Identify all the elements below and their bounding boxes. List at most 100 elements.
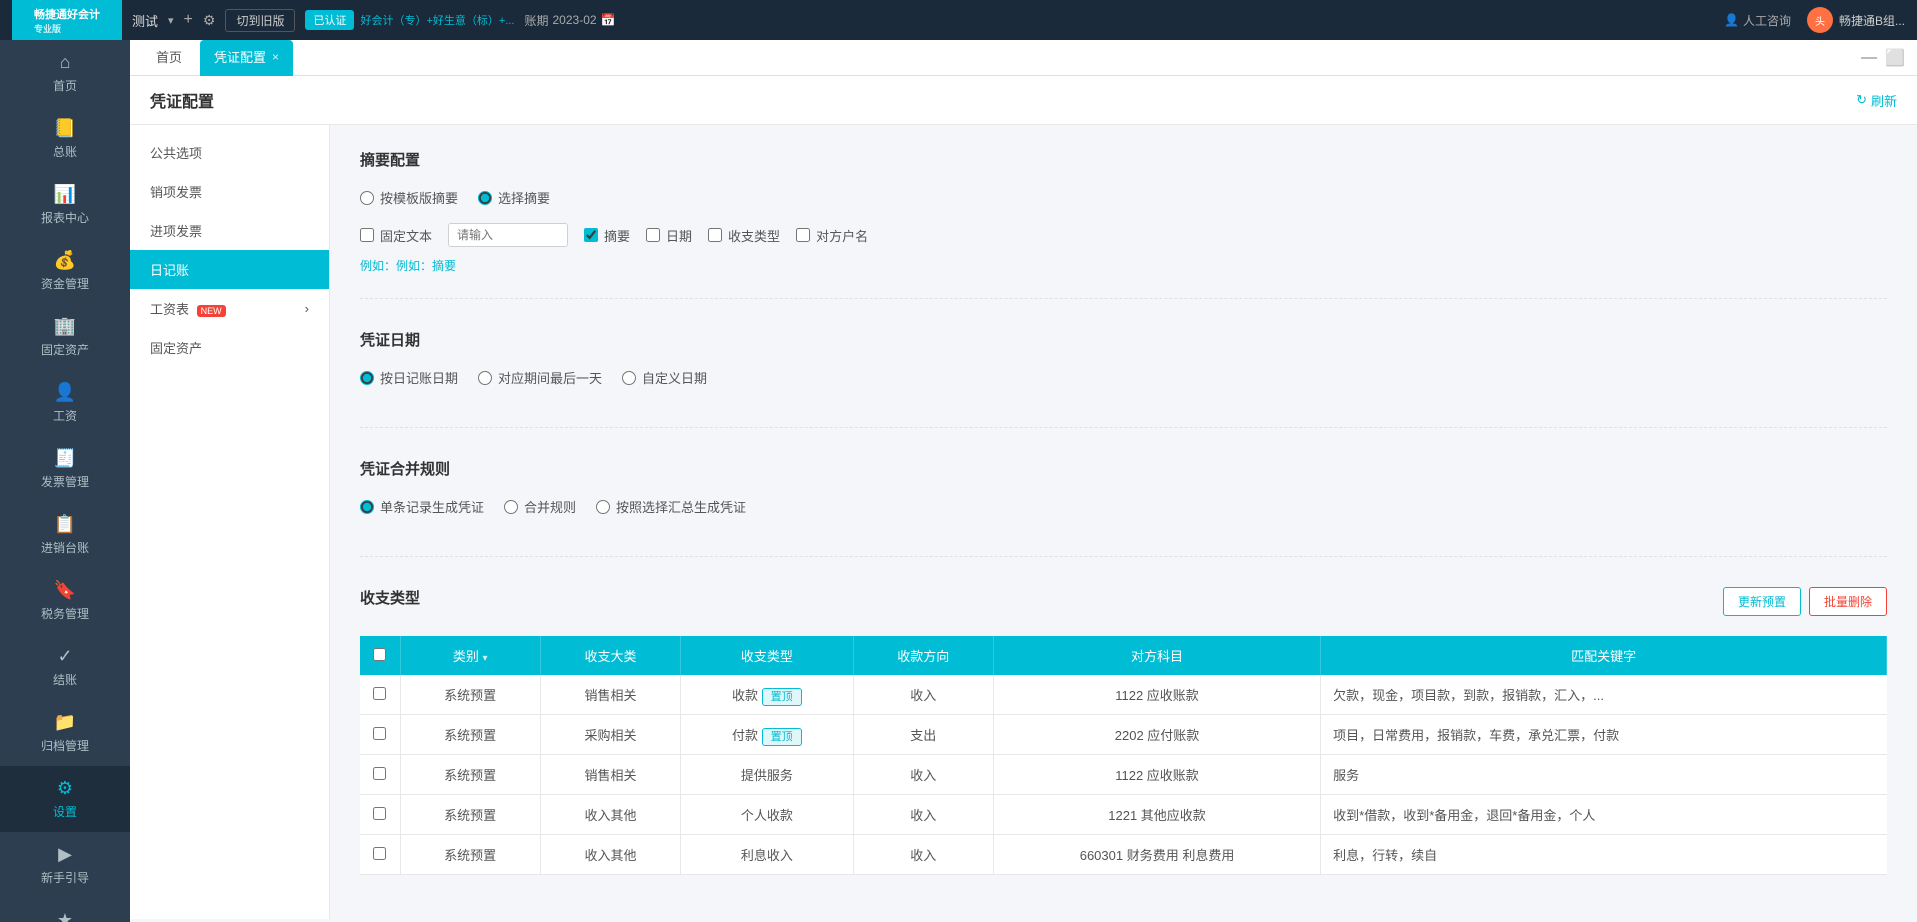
left-nav-item-sales-invoice[interactable]: 销项发票 xyxy=(130,172,329,211)
radio-period-last-label[interactable]: 对应期间最后一天 xyxy=(478,368,602,387)
summary-radio-group: 按模板版摘要 选择摘要 xyxy=(360,188,1887,207)
row-category: 系统预置 xyxy=(400,755,540,795)
update-preset-button[interactable]: 更新预置 xyxy=(1723,587,1801,616)
tab-voucher-config[interactable]: 凭证配置 × xyxy=(200,40,293,76)
left-nav-item-fixed-assets-nav[interactable]: 固定资产 xyxy=(130,328,329,367)
sidebar-item-label: 首页 xyxy=(53,77,77,94)
radio-select-label[interactable]: 选择摘要 xyxy=(478,188,550,207)
batch-delete-button[interactable]: 批量删除 xyxy=(1809,587,1887,616)
radio-by-select[interactable] xyxy=(596,500,610,514)
company-dropdown-icon[interactable]: ▾ xyxy=(168,14,174,27)
checkbox-fixed-text-label[interactable]: 固定文本 xyxy=(360,226,432,245)
checkbox-date[interactable] xyxy=(646,228,660,242)
checkbox-counterpart[interactable] xyxy=(796,228,810,242)
sidebar-item-funds[interactable]: 💰 资金管理 xyxy=(0,238,130,304)
left-nav-item-purchase-invoice[interactable]: 进项发票 xyxy=(130,211,329,250)
checkbox-summary-label[interactable]: 摘要 xyxy=(584,226,630,245)
radio-select-summary[interactable] xyxy=(478,191,492,205)
sidebar-item-settings[interactable]: ⚙ 设置 xyxy=(0,766,130,832)
voucher-date-section: 凭证日期 按日记账日期 对应期间最后一天 xyxy=(360,329,1887,428)
radio-template-label[interactable]: 按模板版摘要 xyxy=(360,188,458,207)
radio-period-last[interactable] xyxy=(478,371,492,385)
sidebar-item-label: 总账 xyxy=(53,143,77,160)
row-checkbox[interactable] xyxy=(373,807,386,820)
fixed-text-input[interactable] xyxy=(448,223,568,247)
checkbox-summary[interactable] xyxy=(584,228,598,242)
company-name[interactable]: 测试 xyxy=(132,11,158,30)
user-info[interactable]: 头 畅捷通B组... xyxy=(1807,7,1905,33)
checkbox-income-type[interactable] xyxy=(708,228,722,242)
sidebar-item-invoice-mgmt[interactable]: 🧾 发票管理 xyxy=(0,436,130,502)
radio-custom-date[interactable] xyxy=(622,371,636,385)
app-logo: 畅捷通好会计 专业版 xyxy=(12,0,122,40)
row-keywords: 欠款，现金，项目款，到款，报销款，汇入，... xyxy=(1321,675,1887,715)
table-row: 系统预置 销售相关 收款 置顶 收入 1122 应收账款 欠款，现金，项目款，到… xyxy=(360,675,1887,715)
radio-single[interactable] xyxy=(360,500,374,514)
merge-rules-radio-group: 单条记录生成凭证 合并规则 按照选择汇总生成凭证 xyxy=(360,497,1887,516)
member-icon: ★ xyxy=(57,910,73,922)
checkbox-date-label[interactable]: 日期 xyxy=(646,226,692,245)
th-checkbox[interactable] xyxy=(360,636,400,675)
radio-custom-date-label[interactable]: 自定义日期 xyxy=(622,368,707,387)
row-checkbox[interactable] xyxy=(373,847,386,860)
row-checkbox[interactable] xyxy=(373,767,386,780)
reports-icon: 📊 xyxy=(54,184,76,205)
row-checkbox[interactable] xyxy=(373,687,386,700)
row-checkbox-cell[interactable] xyxy=(360,675,400,715)
radio-template[interactable] xyxy=(360,191,374,205)
tag-reset[interactable]: 置顶 xyxy=(762,728,802,746)
switch-version-button[interactable]: 切到旧版 xyxy=(225,9,295,32)
settings-icon[interactable]: ⚙ xyxy=(203,12,216,29)
select-all-checkbox[interactable] xyxy=(373,648,386,661)
sidebar-item-label: 工资 xyxy=(53,407,77,424)
sidebar-item-tax[interactable]: 🔖 税务管理 xyxy=(0,568,130,634)
maximize-button[interactable]: ⬜ xyxy=(1885,48,1905,68)
calendar-icon[interactable]: 📅 xyxy=(601,13,616,27)
th-direction: 收款方向 xyxy=(853,636,993,675)
page-header: 凭证配置 ↻ 刷新 xyxy=(130,76,1917,125)
checkbox-income-type-label[interactable]: 收支类型 xyxy=(708,226,780,245)
row-checkbox-cell[interactable] xyxy=(360,755,400,795)
tab-bar: 首页 凭证配置 × — ⬜ xyxy=(130,40,1917,76)
tab-close-icon[interactable]: × xyxy=(272,50,279,64)
checkbox-fixed-text[interactable] xyxy=(360,228,374,242)
radio-by-select-label[interactable]: 按照选择汇总生成凭证 xyxy=(596,497,746,516)
left-nav-item-payroll-table[interactable]: 工资表 NEW › xyxy=(130,289,329,328)
sidebar-item-fixed-assets[interactable]: 🏢 固定资产 xyxy=(0,304,130,370)
tag-reset[interactable]: 置顶 xyxy=(762,688,802,706)
refresh-button[interactable]: ↻ 刷新 xyxy=(1856,91,1897,110)
radio-single-label[interactable]: 单条记录生成凭证 xyxy=(360,497,484,516)
row-checkbox[interactable] xyxy=(373,727,386,740)
avatar: 头 xyxy=(1807,7,1833,33)
merge-rules-section: 凭证合并规则 单条记录生成凭证 合并规则 xyxy=(360,458,1887,557)
radio-journal-date[interactable] xyxy=(360,371,374,385)
sidebar-item-home[interactable]: ⌂ 首页 xyxy=(0,40,130,106)
row-big-type: 采购相关 xyxy=(540,715,680,755)
left-nav-item-journal[interactable]: 日记账 xyxy=(130,250,329,289)
service-link[interactable]: 👤 人工咨询 xyxy=(1724,12,1791,29)
sidebar-item-settlement[interactable]: ✓ 结账 xyxy=(0,634,130,700)
left-nav-item-public[interactable]: 公共选项 xyxy=(130,133,329,172)
radio-merge[interactable] xyxy=(504,500,518,514)
sidebar-item-guide[interactable]: ▶ 新手引导 xyxy=(0,832,130,898)
th-income-type: 收支类型 xyxy=(681,636,853,675)
row-checkbox-cell[interactable] xyxy=(360,835,400,875)
row-income-type: 提供服务 xyxy=(681,755,853,795)
sidebar-item-member[interactable]: ★ 畅会员 xyxy=(0,898,130,922)
row-checkbox-cell[interactable] xyxy=(360,715,400,755)
sidebar-item-general-ledger[interactable]: 📒 总账 xyxy=(0,106,130,172)
tab-home[interactable]: 首页 xyxy=(142,40,196,76)
row-big-type: 收入其他 xyxy=(540,835,680,875)
radio-merge-label[interactable]: 合并规则 xyxy=(504,497,576,516)
sidebar-item-reports[interactable]: 📊 报表中心 xyxy=(0,172,130,238)
sidebar-item-archive[interactable]: 📁 归档管理 xyxy=(0,700,130,766)
th-keywords: 匹配关键字 xyxy=(1321,636,1887,675)
tax-icon: 🔖 xyxy=(54,580,76,601)
radio-journal-date-label[interactable]: 按日记账日期 xyxy=(360,368,458,387)
sidebar-item-sales[interactable]: 📋 进销台账 xyxy=(0,502,130,568)
row-checkbox-cell[interactable] xyxy=(360,795,400,835)
checkbox-counterpart-label[interactable]: 对方户名 xyxy=(796,226,868,245)
add-icon[interactable]: + xyxy=(184,11,193,29)
sidebar-item-payroll[interactable]: 👤 工资 xyxy=(0,370,130,436)
minimize-button[interactable]: — xyxy=(1861,49,1877,67)
